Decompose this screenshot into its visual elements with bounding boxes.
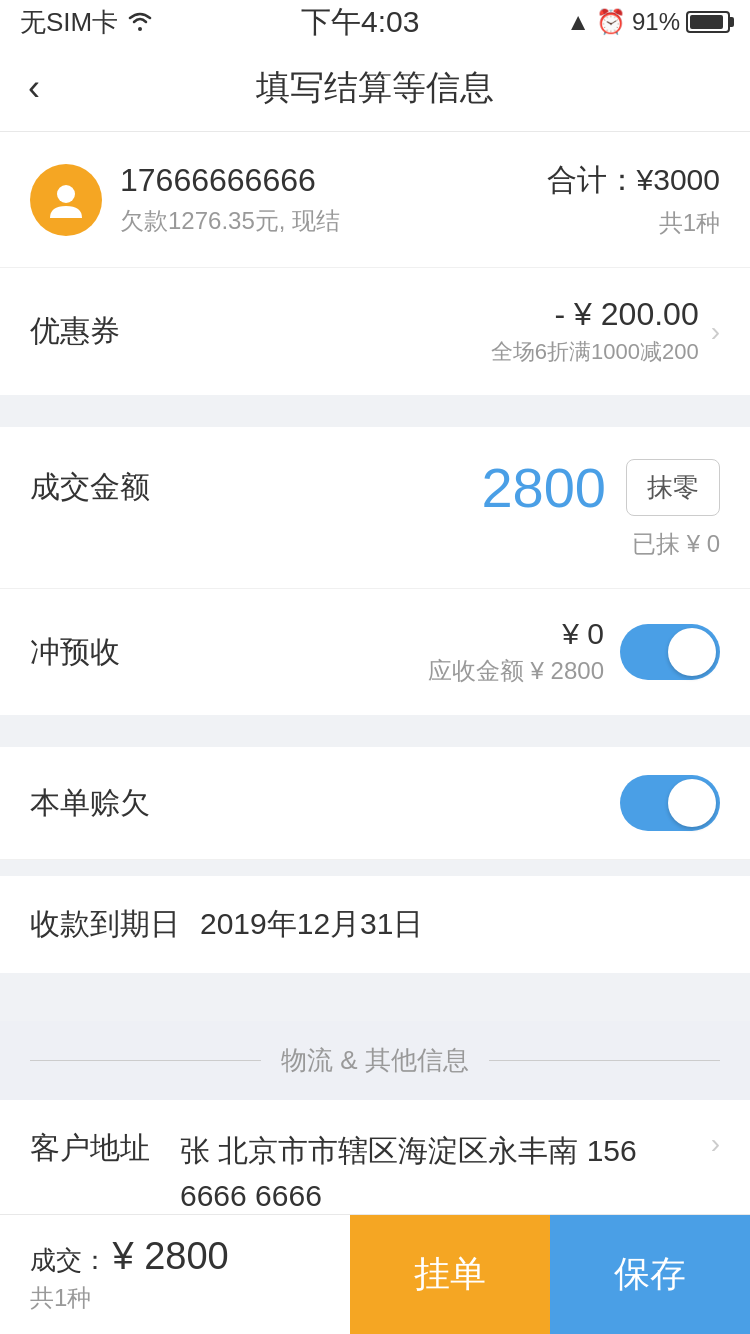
content: 17666666666 欠款1276.35元, 现结 合计：¥3000 共1种 …	[0, 132, 750, 1334]
chevron-icon: ›	[711, 316, 720, 348]
coupon-right: - ¥ 200.00 全场6折满1000减200 ›	[491, 296, 720, 367]
divider-line-right	[489, 1060, 720, 1061]
status-bar: 无SIM卡 下午4:03 ▲ ⏰ 91%	[0, 0, 750, 44]
duedate-section: 收款到期日 2019年12月31日	[0, 876, 750, 973]
divider-line-left	[30, 1060, 261, 1061]
customer-total: 合计：¥3000	[547, 160, 720, 201]
hang-button[interactable]: 挂单	[350, 1215, 550, 1335]
address-chevron-icon: ›	[711, 1128, 720, 1160]
svg-point-0	[57, 185, 75, 203]
customer-card: 17666666666 欠款1276.35元, 现结 合计：¥3000 共1种 …	[0, 132, 750, 395]
customer-count: 共1种	[547, 207, 720, 239]
prepay-main: ¥ 0	[428, 617, 604, 651]
deal-right: 2800 抹零	[481, 455, 720, 520]
customer-info: 17666666666 欠款1276.35元, 现结	[120, 162, 340, 237]
prepay-value: ¥ 0 应收金额 ¥ 2800	[428, 617, 604, 687]
page-title: 填写结算等信息	[256, 65, 494, 111]
toggle-knob	[668, 628, 716, 676]
deal-sub: 已抹 ¥ 0	[30, 528, 720, 560]
bottom-deal-count: 共1种	[30, 1282, 320, 1314]
bottom-summary: 成交： ¥ 2800 共1种	[0, 1235, 350, 1314]
deal-label: 成交金额	[30, 467, 150, 508]
status-left: 无SIM卡	[20, 5, 154, 40]
deal-amount-value: 2800	[481, 455, 606, 520]
location-icon: ▲	[566, 8, 590, 36]
deal-section: 成交金额 2800 抹零 已抹 ¥ 0	[0, 427, 750, 588]
bottom-bar: 成交： ¥ 2800 共1种 挂单 保存	[0, 1214, 750, 1334]
prepay-label: 冲预收	[30, 632, 120, 673]
bottom-deal-label: 成交：	[30, 1245, 108, 1275]
debit-label: 本单赊欠	[30, 783, 150, 824]
nav-bar: ‹ 填写结算等信息	[0, 44, 750, 132]
separator-1	[0, 411, 750, 427]
duedate-label: 收款到期日	[30, 904, 180, 945]
status-time: 下午4:03	[301, 2, 419, 43]
battery-icon	[686, 11, 730, 33]
deal-row: 成交金额 2800 抹零	[30, 455, 720, 520]
prepay-toggle[interactable]	[620, 624, 720, 680]
address-label: 客户地址	[30, 1128, 150, 1169]
debit-toggle[interactable]	[620, 775, 720, 831]
debit-toggle-knob	[668, 779, 716, 827]
prepay-section: 冲预收 ¥ 0 应收金额 ¥ 2800	[0, 588, 750, 715]
alarm-icon: ⏰	[596, 8, 626, 36]
customer-right: 合计：¥3000 共1种	[547, 160, 720, 239]
customer-row: 17666666666 欠款1276.35元, 现结 合计：¥3000 共1种	[0, 132, 750, 267]
bottom-deal-row: 成交： ¥ 2800	[30, 1235, 320, 1278]
logistics-divider: 物流 & 其他信息	[0, 1021, 750, 1100]
debit-section: 本单赊欠	[0, 747, 750, 860]
prepay-right: ¥ 0 应收金额 ¥ 2800	[428, 617, 720, 687]
address-value: 张 北京市市辖区海淀区永丰南 156 6666 6666	[180, 1128, 711, 1218]
battery-percent: 91%	[632, 8, 680, 36]
prepay-sub: 应收金额 ¥ 2800	[428, 655, 604, 687]
logistics-text: 物流 & 其他信息	[281, 1043, 469, 1078]
carrier-text: 无SIM卡	[20, 5, 118, 40]
save-button[interactable]: 保存	[550, 1215, 750, 1335]
prepay-row: 冲预收 ¥ 0 应收金额 ¥ 2800	[30, 617, 720, 687]
customer-sub: 欠款1276.35元, 现结	[120, 205, 340, 237]
duedate-value: 2019年12月31日	[200, 904, 423, 945]
separator-2	[0, 715, 750, 731]
avatar	[30, 164, 102, 236]
wifi-icon	[126, 7, 154, 38]
coupon-label: 优惠券	[30, 311, 120, 352]
back-button[interactable]: ‹	[28, 67, 40, 109]
round-button[interactable]: 抹零	[626, 459, 720, 516]
bottom-deal-price: ¥ 2800	[112, 1235, 228, 1277]
coupon-row[interactable]: 优惠券 - ¥ 200.00 全场6折满1000减200 ›	[0, 267, 750, 395]
status-right: ▲ ⏰ 91%	[566, 8, 730, 36]
separator-3	[0, 989, 750, 1005]
customer-left: 17666666666 欠款1276.35元, 现结	[30, 162, 340, 237]
coupon-amount: - ¥ 200.00	[491, 296, 699, 333]
coupon-desc: 全场6折满1000减200	[491, 337, 699, 367]
coupon-value-block: - ¥ 200.00 全场6折满1000减200	[491, 296, 699, 367]
customer-phone: 17666666666	[120, 162, 340, 199]
